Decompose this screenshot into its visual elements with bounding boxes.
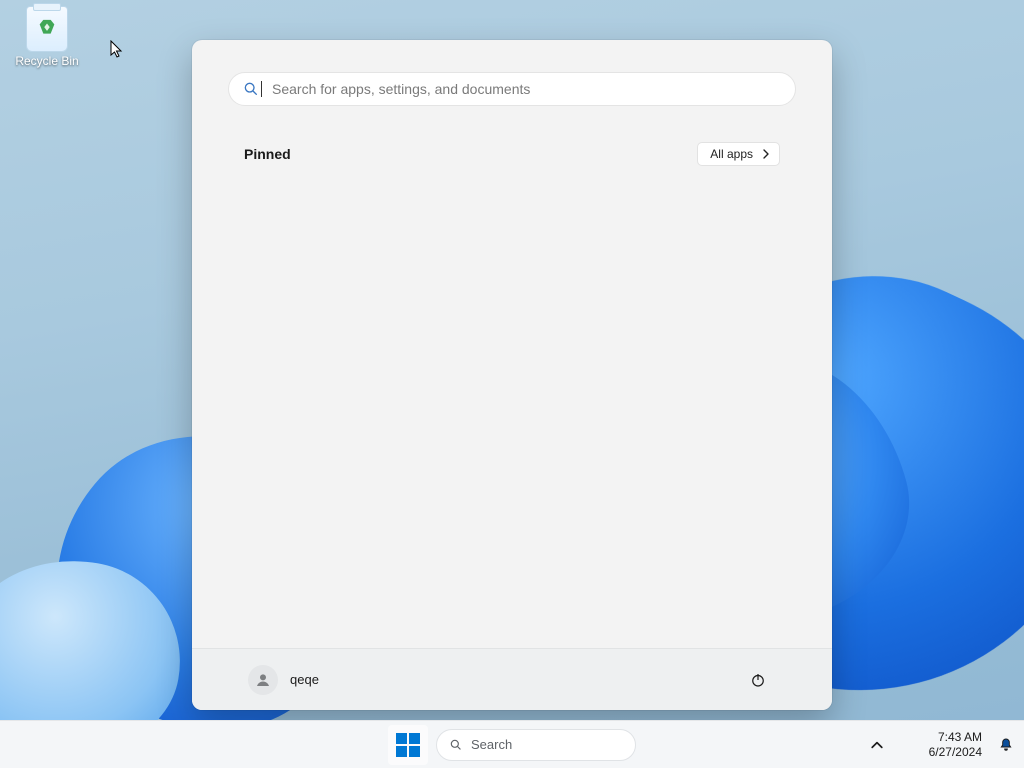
power-icon xyxy=(749,671,767,689)
all-apps-button[interactable]: All apps xyxy=(697,142,780,166)
user-account-button[interactable]: qeqe xyxy=(248,665,319,695)
start-button[interactable] xyxy=(388,725,428,765)
recycle-bin-desktop-icon[interactable]: Recycle Bin xyxy=(10,6,84,68)
all-apps-label: All apps xyxy=(710,147,753,161)
taskbar: Search 7:43 AM 6/27/2024 xyxy=(0,720,1024,768)
recycle-bin-label: Recycle Bin xyxy=(10,54,84,68)
taskbar-time: 7:43 AM xyxy=(929,730,982,745)
taskbar-search-label: Search xyxy=(471,737,512,752)
recycle-bin-icon xyxy=(26,6,68,52)
bell-icon xyxy=(998,737,1014,753)
start-menu: Pinned All apps qeqe xyxy=(192,40,832,710)
tray-overflow-button[interactable] xyxy=(865,725,889,765)
start-search-box[interactable] xyxy=(228,72,796,106)
chevron-up-icon xyxy=(871,739,883,751)
search-icon xyxy=(243,81,259,97)
power-button[interactable] xyxy=(740,662,776,698)
pinned-section-title: Pinned xyxy=(244,146,291,162)
mouse-cursor xyxy=(110,40,124,60)
chevron-right-icon xyxy=(761,149,771,159)
taskbar-date: 6/27/2024 xyxy=(929,745,982,760)
system-tray-quick-settings[interactable] xyxy=(893,725,919,765)
taskbar-search-box[interactable]: Search xyxy=(436,729,636,761)
start-search-input[interactable] xyxy=(272,81,781,97)
user-name-label: qeqe xyxy=(290,672,319,687)
user-avatar-icon xyxy=(248,665,278,695)
search-icon xyxy=(449,738,463,752)
windows-logo-icon xyxy=(396,733,420,757)
text-cursor xyxy=(261,81,262,97)
taskbar-clock[interactable]: 7:43 AM 6/27/2024 xyxy=(923,730,988,760)
notification-center-button[interactable] xyxy=(992,725,1020,765)
